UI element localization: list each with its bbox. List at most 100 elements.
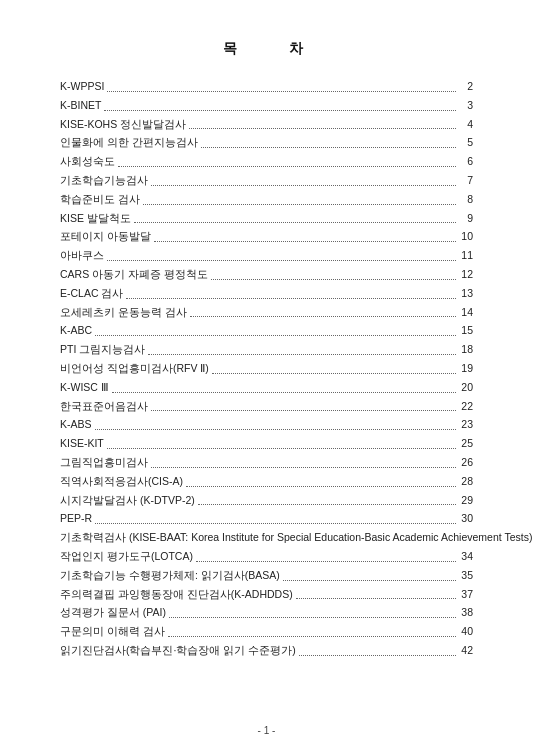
toc-item: 사회성숙도 6 bbox=[60, 153, 473, 170]
toc-item-page: 28 bbox=[459, 473, 473, 490]
toc-item-label: K-BINET bbox=[60, 97, 101, 114]
toc-item-label: 기초학습기능검사 bbox=[60, 172, 148, 189]
toc-item-label: 시지각발달검사 (K-DTVP-2) bbox=[60, 492, 195, 509]
toc-item-page: 14 bbox=[459, 304, 473, 321]
toc-item-page: 34 bbox=[459, 548, 473, 565]
toc-item: 한국표준어음검사22 bbox=[60, 398, 473, 415]
toc-item: 비언어성 직업흥미검사(RFV Ⅱ)19 bbox=[60, 360, 473, 377]
toc-item-page: 40 bbox=[459, 623, 473, 640]
toc-item-label: KISE-KIT bbox=[60, 435, 104, 452]
toc-item-page: 11 bbox=[459, 247, 473, 264]
toc-item: 인물화에 의한 간편지능검사 5 bbox=[60, 134, 473, 151]
toc-item: K-ABC 15 bbox=[60, 322, 473, 339]
toc-item-page: 15 bbox=[459, 322, 473, 339]
toc-item-dots bbox=[211, 279, 456, 280]
toc-item-label: 성격평가 질문서 (PAI) bbox=[60, 604, 166, 621]
toc-item: 읽기진단검사(학습부진·학습장애 읽기 수준평가) 42 bbox=[60, 642, 473, 659]
toc-item-dots bbox=[95, 523, 456, 524]
toc-item-label: 구문의미 이해력 검사 bbox=[60, 623, 165, 640]
toc-item-dots bbox=[104, 110, 456, 111]
toc-item-page: 9 bbox=[459, 210, 473, 227]
toc-item-dots bbox=[168, 636, 456, 637]
toc-item-page: 19 bbox=[459, 360, 473, 377]
toc-item-dots bbox=[134, 222, 456, 223]
toc-item: 기초학습기능 수행평가체제: 읽기검사(BASA) 35 bbox=[60, 567, 473, 584]
toc-item-dots bbox=[118, 166, 456, 167]
toc-item-page: 4 bbox=[459, 116, 473, 133]
toc-item-dots bbox=[196, 561, 456, 562]
toc-item-dots bbox=[112, 392, 456, 393]
toc-item-label: CARS 아동기 자폐증 평정척도 bbox=[60, 266, 208, 283]
toc-item-dots bbox=[107, 448, 456, 449]
toc-item-page: 35 bbox=[459, 567, 473, 584]
toc-item: KISE-KOHS 정신발달검사 4 bbox=[60, 116, 473, 133]
toc-item-label: 사회성숙도 bbox=[60, 153, 115, 170]
toc-item-dots bbox=[212, 373, 456, 374]
toc-item-page: 18 bbox=[459, 341, 473, 358]
toc-item: 성격평가 질문서 (PAI)38 bbox=[60, 604, 473, 621]
toc-item-page: 37 bbox=[459, 586, 473, 603]
toc-item-label: K-WISC Ⅲ bbox=[60, 379, 109, 396]
toc-item: PEP-R30 bbox=[60, 510, 473, 527]
toc-item-dots bbox=[95, 335, 456, 336]
toc-item-page: 5 bbox=[459, 134, 473, 151]
toc-item: 구문의미 이해력 검사 40 bbox=[60, 623, 473, 640]
toc-item-dots bbox=[154, 241, 456, 242]
toc-item-label: PTI 그림지능검사 bbox=[60, 341, 145, 358]
toc-item-label: 읽기진단검사(학습부진·학습장애 읽기 수준평가) bbox=[60, 642, 296, 659]
toc-item-dots bbox=[151, 467, 456, 468]
toc-item: K-WPPSI2 bbox=[60, 78, 473, 95]
toc-item-page: 10 bbox=[459, 228, 473, 245]
toc-item-label: 그림직업흥미검사 bbox=[60, 454, 148, 471]
toc-list: K-WPPSI2K-BINET3KISE-KOHS 정신발달검사4인물화에 의한… bbox=[60, 78, 473, 659]
toc-item-label: 한국표준어음검사 bbox=[60, 398, 148, 415]
toc-item-page: 29 bbox=[459, 492, 473, 509]
toc-item-label: KISE-KOHS 정신발달검사 bbox=[60, 116, 186, 133]
toc-item-dots bbox=[190, 316, 456, 317]
toc-item-dots bbox=[296, 598, 456, 599]
toc-item: E-CLAC 검사 13 bbox=[60, 285, 473, 302]
toc-item: 기초학습기능검사7 bbox=[60, 172, 473, 189]
toc-item-dots bbox=[126, 298, 456, 299]
toc-item-page: 8 bbox=[459, 191, 473, 208]
toc-item-dots bbox=[143, 204, 456, 205]
toc-item-label: 아바쿠스 bbox=[60, 247, 104, 264]
toc-item-label: E-CLAC 검사 bbox=[60, 285, 123, 302]
toc-item: PTI 그림지능검사 18 bbox=[60, 341, 473, 358]
toc-item-dots bbox=[169, 617, 456, 618]
toc-item-dots bbox=[186, 486, 456, 487]
toc-item: 직역사회적응검사(CIS-A)28 bbox=[60, 473, 473, 490]
toc-item-page: 3 bbox=[459, 97, 473, 114]
toc-item-label: 주의력결핍 과잉행동장애 진단검사(K-ADHDDS) bbox=[60, 586, 293, 603]
toc-item-page: 12 bbox=[459, 266, 473, 283]
toc-item-page: 13 bbox=[459, 285, 473, 302]
toc-item: K-BINET 3 bbox=[60, 97, 473, 114]
toc-title: 목 차 bbox=[60, 40, 473, 58]
toc-item: 학습준비도 검사 8 bbox=[60, 191, 473, 208]
toc-item-page: 20 bbox=[459, 379, 473, 396]
toc-item: 포테이지 아동발달10 bbox=[60, 228, 473, 245]
toc-item: KISE-KIT25 bbox=[60, 435, 473, 452]
toc-item: KISE 발달척도9 bbox=[60, 210, 473, 227]
toc-item-dots bbox=[283, 580, 456, 581]
toc-item-dots bbox=[201, 147, 456, 148]
toc-item-label: K-ABC bbox=[60, 322, 92, 339]
toc-item: 오세레츠키 운동능력 검사14 bbox=[60, 304, 473, 321]
toc-item-dots bbox=[189, 128, 456, 129]
toc-item-dots bbox=[107, 260, 456, 261]
toc-item-label: K-ABS bbox=[60, 416, 92, 433]
page-footer: - 1 - bbox=[0, 725, 533, 736]
toc-item-page: 42 bbox=[459, 642, 473, 659]
toc-item-dots bbox=[148, 354, 456, 355]
toc-item-page: 6 bbox=[459, 153, 473, 170]
toc-item-label: 기초학력검사 (KISE-BAAT: Korea Institute for S… bbox=[60, 529, 532, 546]
toc-item-label: 학습준비도 검사 bbox=[60, 191, 140, 208]
toc-item-label: 기초학습기능 수행평가체제: 읽기검사(BASA) bbox=[60, 567, 280, 584]
toc-item: CARS 아동기 자폐증 평정척도 12 bbox=[60, 266, 473, 283]
toc-item: 주의력결핍 과잉행동장애 진단검사(K-ADHDDS) 37 bbox=[60, 586, 473, 603]
toc-item: 그림직업흥미검사 26 bbox=[60, 454, 473, 471]
toc-item-label: 인물화에 의한 간편지능검사 bbox=[60, 134, 198, 151]
toc-item-page: 23 bbox=[459, 416, 473, 433]
toc-item: K-ABS 23 bbox=[60, 416, 473, 433]
toc-item-page: 26 bbox=[459, 454, 473, 471]
